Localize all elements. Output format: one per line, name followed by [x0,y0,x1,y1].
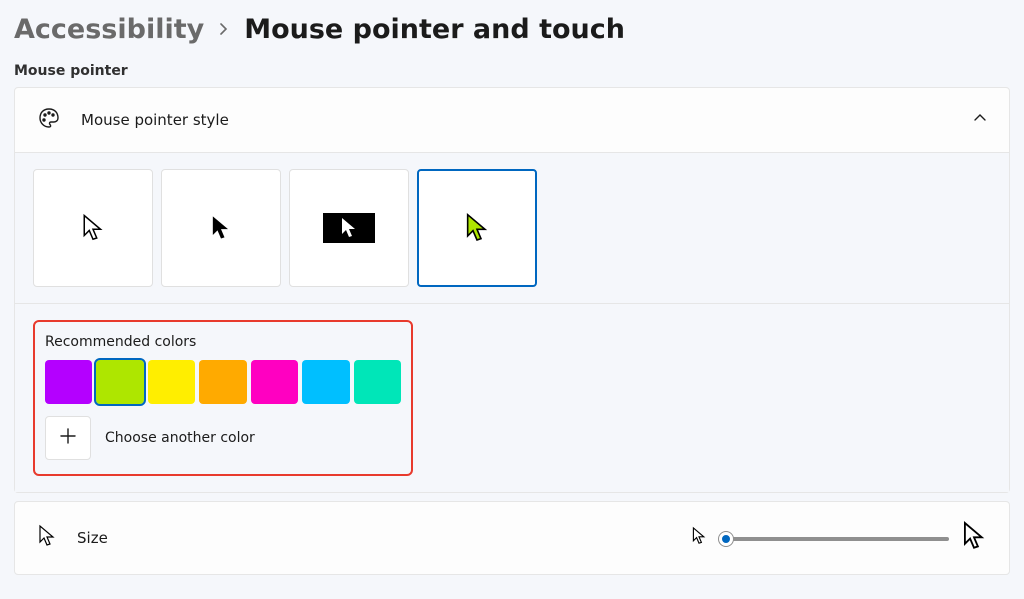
recommended-colors-title: Recommended colors [45,334,401,350]
mouse-pointer-style-header[interactable]: Mouse pointer style [15,88,1009,152]
choose-another-color-row: Choose another color [45,416,401,460]
color-swatch-cyan[interactable] [302,360,349,404]
cursor-max-icon [961,520,987,556]
chevron-up-icon [973,111,987,129]
size-panel: Size [14,501,1010,575]
pointer-style-black[interactable] [161,169,281,287]
breadcrumb-current: Mouse pointer and touch [244,14,625,45]
color-swatch-orange[interactable] [199,360,246,404]
size-title: Size [77,529,671,547]
recommended-colors-block: Recommended colors Choose another color [15,303,1009,492]
recommended-colors-highlight: Recommended colors Choose another color [33,320,413,476]
cursor-small-icon [37,524,57,552]
pointer-style-white[interactable] [33,169,153,287]
choose-another-color-label: Choose another color [105,430,255,446]
choose-another-color-button[interactable] [45,416,91,460]
size-slider[interactable] [719,528,949,548]
section-label-mouse-pointer: Mouse pointer [14,63,1010,79]
cursor-min-icon [691,526,707,550]
color-swatch-yellow[interactable] [148,360,195,404]
size-slider-wrap [691,520,987,556]
plus-icon [59,426,77,451]
mouse-pointer-style-panel: Mouse pointer style Recommended colors [14,87,1010,493]
color-swatch-row [45,360,401,404]
color-swatch-magenta[interactable] [251,360,298,404]
color-swatch-lime[interactable] [96,360,143,404]
breadcrumb: Accessibility Mouse pointer and touch [14,14,1010,45]
pointer-style-inverted[interactable] [289,169,409,287]
pointer-style-options [15,152,1009,303]
mouse-pointer-style-title: Mouse pointer style [81,111,953,129]
chevron-right-icon [218,19,230,40]
palette-icon [37,106,61,134]
breadcrumb-parent[interactable]: Accessibility [14,14,204,45]
color-swatch-teal[interactable] [354,360,401,404]
pointer-style-custom[interactable] [417,169,537,287]
color-swatch-purple[interactable] [45,360,92,404]
